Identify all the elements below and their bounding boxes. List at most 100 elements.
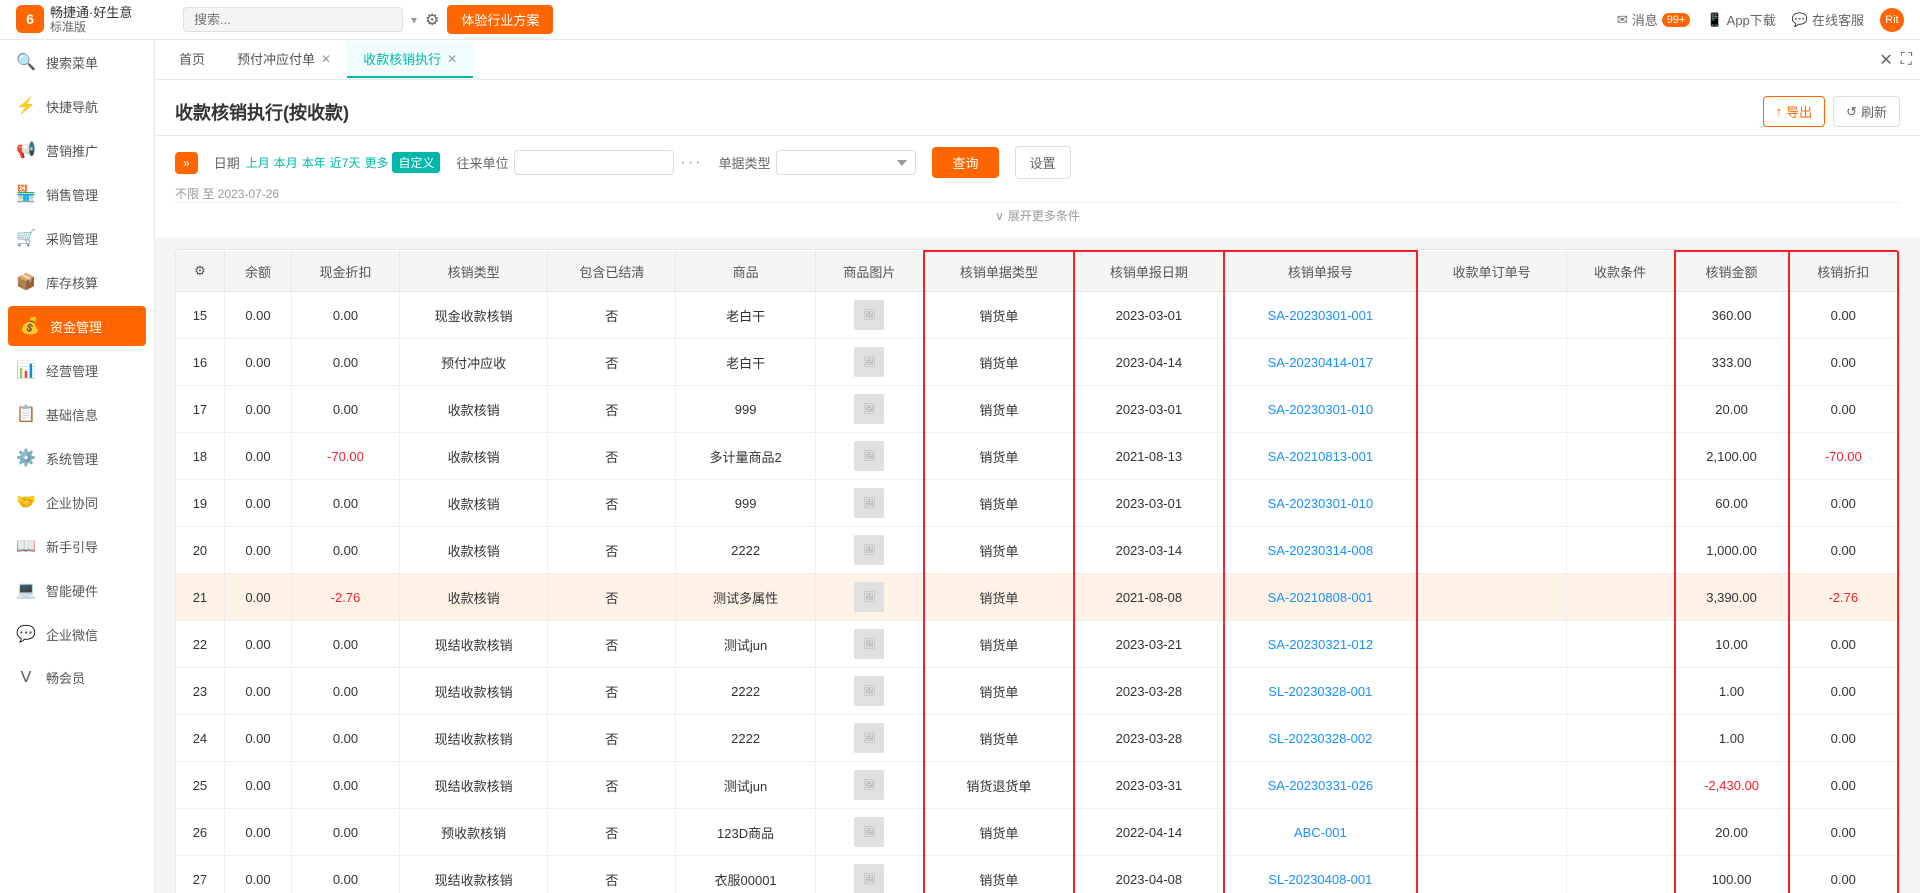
- td-balance: 0.00: [224, 668, 291, 715]
- th-product: 商品: [676, 251, 815, 292]
- tab-receipt-cancel[interactable]: 收款核销执行✕: [347, 41, 473, 78]
- doc-type-select[interactable]: [776, 150, 916, 175]
- cancel-doc-no-link[interactable]: SL-20230328-001: [1268, 684, 1372, 699]
- td-cancel-type: 现结收款核销: [399, 856, 547, 893]
- maximize-btn[interactable]: ⛶: [1901, 50, 1912, 70]
- close-tab-btn[interactable]: ✕: [1879, 50, 1892, 70]
- online-service-btn[interactable]: 💬 在线客服: [1792, 10, 1864, 29]
- sidebar-item-quick-nav[interactable]: ⚡快捷导航: [0, 84, 154, 128]
- td-cancel-type: 预收款核销: [399, 809, 547, 856]
- td-no: 23: [176, 668, 224, 715]
- sidebar-item-member[interactable]: V畅会员: [0, 656, 154, 699]
- partner-ellipsis-btn[interactable]: ···: [680, 154, 702, 172]
- sidebar-item-system[interactable]: ⚙️系统管理: [0, 436, 154, 480]
- sidebar-item-basic-info[interactable]: 📋基础信息: [0, 392, 154, 436]
- tab-close-advance[interactable]: ✕: [321, 52, 331, 66]
- sidebar-label-enterprise: 企业协同: [46, 493, 98, 512]
- sidebar-item-wechat[interactable]: 💬企业微信: [0, 612, 154, 656]
- sidebar-icon-enterprise: 🤝: [16, 492, 36, 512]
- td-cancel-type: 现结收款核销: [399, 762, 547, 809]
- date-this-year[interactable]: 本年: [302, 154, 326, 171]
- td-cancel-type: 收款核销: [399, 527, 547, 574]
- sidebar-item-marketing[interactable]: 📢营销推广: [0, 128, 154, 172]
- td-cancel-doc-no: SL-20230408-001: [1224, 856, 1417, 893]
- cancel-doc-no-link[interactable]: SA-20230321-012: [1268, 637, 1374, 652]
- tabs-bar-actions: ✕ ⛶: [1879, 50, 1912, 70]
- cancel-doc-no-link[interactable]: SA-20230301-001: [1268, 308, 1374, 323]
- tab-advance[interactable]: 预付冲应付单✕: [221, 41, 347, 78]
- table-row: 24 0.00 0.00 现结收款核销 否 2222 🖼 销货单 2023-03…: [176, 715, 1898, 762]
- td-cancel-amount: 1,000.00: [1675, 527, 1789, 574]
- sidebar-item-purchase[interactable]: 🛒采购管理: [0, 216, 154, 260]
- search-dropdown-icon[interactable]: ▾: [411, 13, 417, 27]
- td-cancel-discount: 0.00: [1789, 621, 1898, 668]
- expand-more-bar[interactable]: ∨ 展开更多条件: [175, 202, 1900, 228]
- cancel-doc-no-link[interactable]: SA-20230301-010: [1268, 496, 1374, 511]
- query-button[interactable]: 查询: [932, 147, 998, 178]
- td-cancel-doc-no: SA-20230331-026: [1224, 762, 1417, 809]
- solution-button[interactable]: 体验行业方案: [447, 5, 553, 34]
- message-badge: 99+: [1662, 13, 1691, 27]
- date-last-month[interactable]: 上月: [246, 154, 270, 171]
- th-cancel-discount: 核销折扣: [1789, 251, 1898, 292]
- date-custom[interactable]: 自定义: [392, 152, 440, 173]
- user-profile-btn[interactable]: Rit: [1880, 8, 1904, 32]
- sidebar-item-capital[interactable]: 💰资金管理: [8, 306, 146, 346]
- sidebar-icon-smart-hw: 💻: [16, 580, 36, 600]
- td-cancel-type: 收款核销: [399, 386, 547, 433]
- product-image: 🖼: [854, 441, 884, 471]
- sidebar-icon-purchase: 🛒: [16, 228, 36, 248]
- expand-filter-btn[interactable]: »: [175, 152, 198, 174]
- settings-gear-btn[interactable]: ⚙: [425, 10, 439, 30]
- sidebar-item-inventory[interactable]: 📦库存核算: [0, 260, 154, 304]
- filter-settings-btn[interactable]: 设置: [1015, 146, 1071, 179]
- cancel-doc-no-link[interactable]: ABC-001: [1294, 825, 1347, 840]
- cancel-doc-no-link[interactable]: SA-20230301-010: [1268, 402, 1374, 417]
- sidebar-icon-capital: 💰: [20, 316, 40, 336]
- td-cancel-doc-no: ABC-001: [1224, 809, 1417, 856]
- td-product-img: 🖼: [815, 433, 924, 480]
- sidebar-item-enterprise[interactable]: 🤝 企业协同: [0, 480, 154, 524]
- refresh-button[interactable]: ↺ 刷新: [1833, 96, 1900, 127]
- td-no: 27: [176, 856, 224, 893]
- td-receipt-condition: [1566, 762, 1675, 809]
- data-table: ⚙ 余额 现金折扣 核销类型 包含已结清 商品 商品图片 核销单据类型 核销单报…: [176, 250, 1899, 893]
- logo-text: 畅捷通·好生意 标准版: [50, 5, 132, 35]
- td-cancel-doc-no: SA-20230321-012: [1224, 621, 1417, 668]
- message-btn[interactable]: ✉ 消息 99+: [1617, 10, 1691, 29]
- sidebar-item-operations[interactable]: 📊经营管理: [0, 348, 154, 392]
- sidebar-item-smart-hw[interactable]: 💻智能硬件: [0, 568, 154, 612]
- cancel-doc-no-link[interactable]: SA-20210808-001: [1268, 590, 1374, 605]
- sidebar-label-sales: 销售管理: [46, 185, 98, 204]
- logo: 6 畅捷通·好生意 标准版: [16, 5, 171, 35]
- cancel-doc-no-link[interactable]: SA-20210813-001: [1268, 449, 1374, 464]
- cancel-doc-no-link[interactable]: SA-20230314-008: [1268, 543, 1374, 558]
- sidebar-item-guide[interactable]: 📖新手引导: [0, 524, 154, 568]
- export-button[interactable]: ↑ 导出: [1763, 96, 1826, 127]
- sidebar-icon-marketing: 📢: [16, 140, 36, 160]
- tab-close-receipt-cancel[interactable]: ✕: [447, 52, 457, 66]
- td-receipt-condition: [1566, 621, 1675, 668]
- partner-input[interactable]: [514, 150, 674, 175]
- date-more[interactable]: 更多: [364, 154, 388, 171]
- app-download-btn[interactable]: 📱 App下载: [1706, 10, 1775, 29]
- td-receipt-order-no: [1417, 574, 1566, 621]
- cancel-doc-no-link[interactable]: SL-20230408-001: [1268, 872, 1372, 887]
- date-this-month[interactable]: 本月: [274, 154, 298, 171]
- cancel-doc-no-link[interactable]: SL-20230328-002: [1268, 731, 1372, 746]
- product-image: 🖼: [854, 300, 884, 330]
- cancel-doc-no-link[interactable]: SA-20230331-026: [1268, 778, 1374, 793]
- th-settings[interactable]: ⚙: [176, 251, 224, 292]
- td-product: 999: [676, 480, 815, 527]
- message-icon: ✉: [1617, 12, 1628, 28]
- td-product: 2222: [676, 668, 815, 715]
- th-balance: 余额: [224, 251, 291, 292]
- date-7days[interactable]: 近7天: [330, 154, 361, 171]
- tab-label-home: 首页: [179, 49, 205, 68]
- td-cancel-type: 收款核销: [399, 574, 547, 621]
- tab-home[interactable]: 首页: [163, 41, 221, 78]
- sidebar-item-search-menu[interactable]: 🔍搜索菜单: [0, 40, 154, 84]
- sidebar-item-sales[interactable]: 🏪销售管理: [0, 172, 154, 216]
- search-input[interactable]: [183, 7, 403, 32]
- cancel-doc-no-link[interactable]: SA-20230414-017: [1268, 355, 1374, 370]
